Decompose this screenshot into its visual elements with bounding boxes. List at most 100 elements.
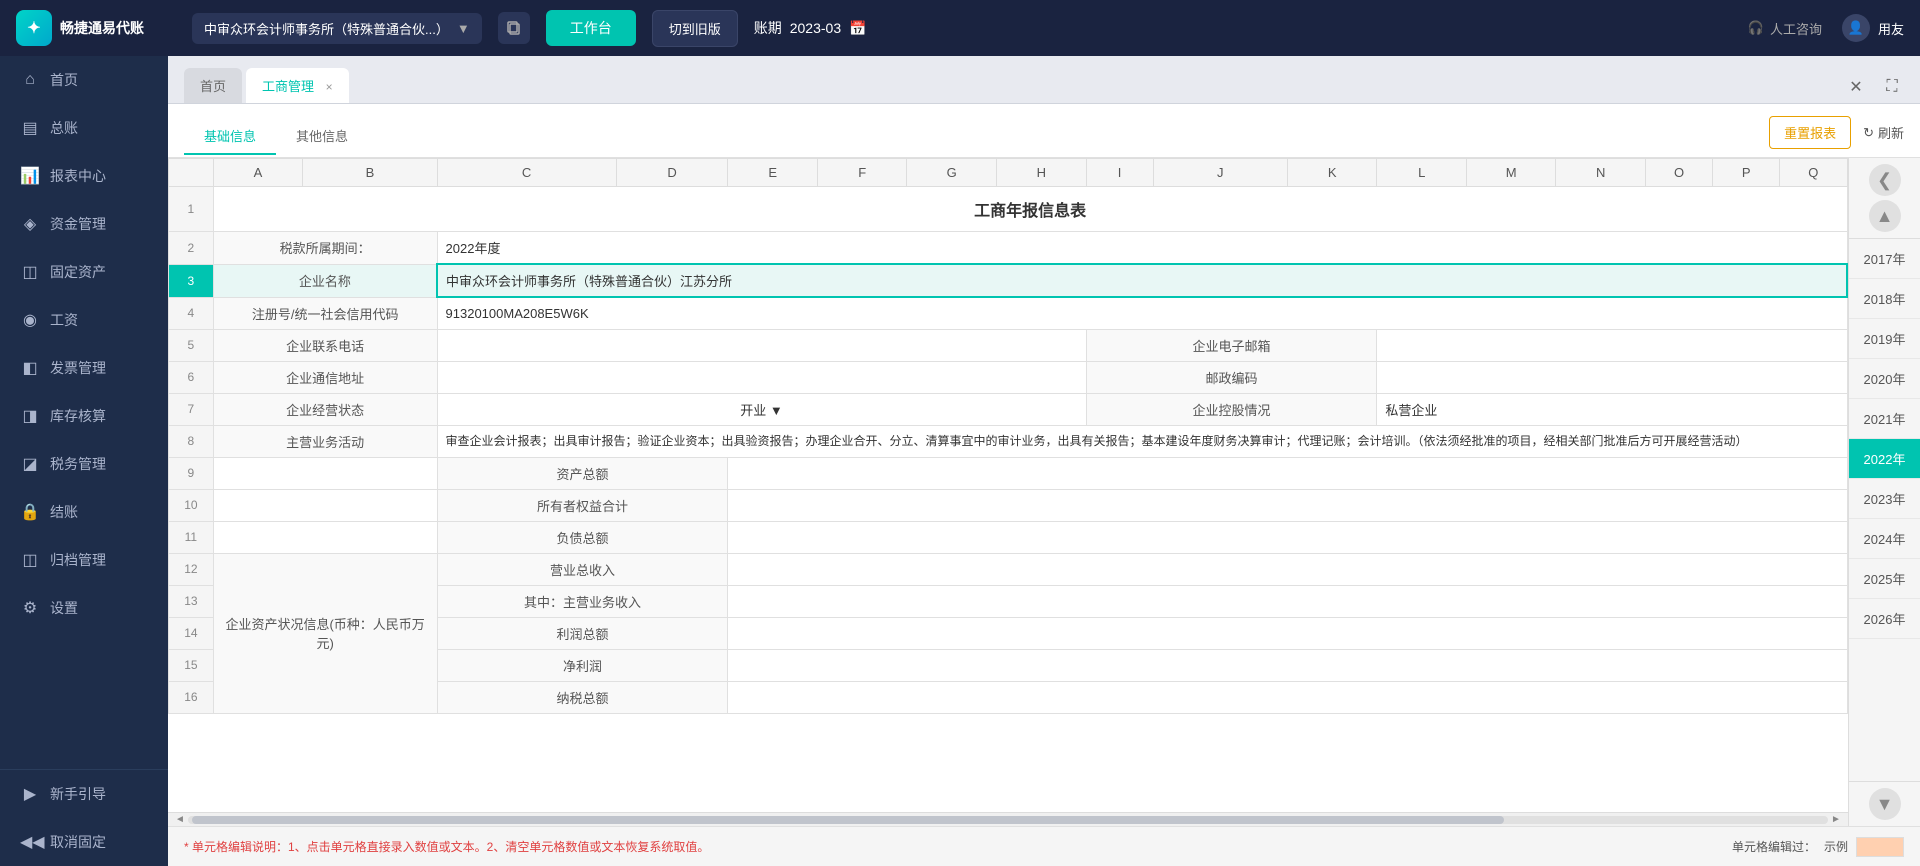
- year-list: 2017年 2018年 2019年 2020年 2021年 2022年 2023…: [1849, 239, 1920, 781]
- copy-button[interactable]: [498, 12, 530, 44]
- company-selector[interactable]: 中审众环会计师事务所（特殊普通合伙...） ▼: [192, 13, 482, 44]
- row-num-15: 15: [169, 649, 214, 681]
- sidebar-item-home[interactable]: ⌂ 首页: [0, 56, 168, 104]
- row6-address[interactable]: [437, 361, 1086, 393]
- year-item-2026[interactable]: 2026年: [1849, 599, 1920, 639]
- col-header-D: D: [616, 159, 728, 187]
- sidebar-item-unpin[interactable]: ◀◀ 取消固定: [0, 818, 168, 866]
- row10-value[interactable]: [728, 489, 1847, 521]
- sidebar-item-reports[interactable]: 📊 报表中心: [0, 152, 168, 200]
- col-header-A: A: [213, 159, 303, 187]
- table-row: 10 所有者权益合计: [169, 489, 1848, 521]
- row2-label: 税款所属期间：: [213, 232, 437, 265]
- year-item-2018[interactable]: 2018年: [1849, 279, 1920, 319]
- sub-tab-other[interactable]: 其他信息: [276, 118, 368, 155]
- sidebar-item-assets[interactable]: ◫ 固定资产: [0, 248, 168, 296]
- sidebar-item-funds[interactable]: ◈ 资金管理: [0, 200, 168, 248]
- row14-value[interactable]: [728, 617, 1847, 649]
- row15-label: 净利润: [437, 649, 728, 681]
- sidebar-item-settings[interactable]: ⚙ 设置: [0, 584, 168, 632]
- year-item-2022[interactable]: 2022年: [1849, 439, 1920, 479]
- sidebar-label-ledger: 总账: [50, 118, 78, 138]
- row7-holding[interactable]: 私营企业: [1377, 393, 1847, 425]
- tab-close-icon[interactable]: ×: [326, 80, 333, 94]
- switch-version-button[interactable]: 切到旧版: [652, 10, 738, 47]
- sidebar-item-close[interactable]: 🔒 结账: [0, 488, 168, 536]
- table-row: 11 负债总额: [169, 521, 1848, 553]
- year-down-icon[interactable]: ▼: [1869, 788, 1901, 820]
- col-header-M: M: [1466, 159, 1556, 187]
- bottom-right: 单元格编辑过： 示例: [1732, 837, 1904, 857]
- sidebar-item-invoices[interactable]: ◧ 发票管理: [0, 344, 168, 392]
- row8-value[interactable]: 审查企业会计报表；出具审计报告；验证企业资本；出具验资报告；办理企业合开、分立、…: [437, 425, 1847, 457]
- year-item-2025[interactable]: 2025年: [1849, 559, 1920, 599]
- row5-phone[interactable]: [437, 329, 1086, 361]
- row14-label: 利润总额: [437, 617, 728, 649]
- content-area: 首页 工商管理 × ✕ ⛶ 基础信息 其他信息 重置报: [168, 56, 1920, 866]
- row13-value[interactable]: [728, 585, 1847, 617]
- col-header-N: N: [1556, 159, 1646, 187]
- sidebar-item-ledger[interactable]: ▤ 总账: [0, 104, 168, 152]
- row-num-1: 1: [169, 187, 214, 232]
- row12-value[interactable]: [728, 553, 1847, 585]
- row5-email[interactable]: [1377, 329, 1847, 361]
- maximize-window-icon[interactable]: ⛶: [1880, 75, 1904, 99]
- row-num-5: 5: [169, 329, 214, 361]
- col-header-B: B: [303, 159, 437, 187]
- reset-report-button[interactable]: 重置报表: [1769, 116, 1851, 149]
- horizontal-scrollbar[interactable]: ◄ ►: [168, 812, 1848, 826]
- row9-label: 资产总额: [437, 457, 728, 489]
- support-button[interactable]: 🎧 人工咨询: [1748, 19, 1822, 38]
- table-row: 1 工商年报信息表: [169, 187, 1848, 232]
- row15-value[interactable]: [728, 649, 1847, 681]
- year-item-2021[interactable]: 2021年: [1849, 399, 1920, 439]
- spreadsheet-main: A B C D E F G H I J: [168, 158, 1848, 826]
- year-item-2024[interactable]: 2024年: [1849, 519, 1920, 559]
- year-item-2023[interactable]: 2023年: [1849, 479, 1920, 519]
- col-header-rownum: [169, 159, 214, 187]
- refresh-button[interactable]: ↻ 刷新: [1863, 123, 1904, 142]
- sub-tab-basic[interactable]: 基础信息: [184, 118, 276, 155]
- close-window-icon[interactable]: ✕: [1844, 75, 1868, 99]
- sidebar-item-inventory[interactable]: ◨ 库存核算: [0, 392, 168, 440]
- scrollbar-thumb[interactable]: [192, 816, 1504, 824]
- main-layout: ⌂ 首页 ▤ 总账 📊 报表中心 ◈ 资金管理 ◫ 固定资产 ◉ 工资: [0, 56, 1920, 866]
- spreadsheet-scroll[interactable]: A B C D E F G H I J: [168, 158, 1848, 812]
- col-header-K: K: [1287, 159, 1377, 187]
- sidebar-item-wages[interactable]: ◉ 工资: [0, 296, 168, 344]
- scrollbar-track: [188, 816, 1828, 824]
- table-row: 9 资产总额: [169, 457, 1848, 489]
- sub-tabs: 基础信息 其他信息 重置报表 ↻ 刷新: [168, 104, 1920, 158]
- row11-label: 负债总额: [437, 521, 728, 553]
- scroll-right-arrow[interactable]: ►: [1828, 812, 1844, 827]
- workbench-button[interactable]: 工作台: [546, 10, 636, 46]
- year-up-icon[interactable]: ▲: [1869, 200, 1901, 232]
- year-item-2017[interactable]: 2017年: [1849, 239, 1920, 279]
- table-row: 6 企业通信地址 邮政编码: [169, 361, 1848, 393]
- sidebar-item-newguide[interactable]: ▶ 新手引导: [0, 770, 168, 818]
- tab-business[interactable]: 工商管理 ×: [246, 68, 349, 103]
- sidebar-item-tax[interactable]: ◪ 税务管理: [0, 440, 168, 488]
- tab-home[interactable]: 首页: [184, 68, 242, 103]
- row16-value[interactable]: [728, 681, 1847, 713]
- row11-value[interactable]: [728, 521, 1847, 553]
- sidebar: ⌂ 首页 ▤ 总账 📊 报表中心 ◈ 资金管理 ◫ 固定资产 ◉ 工资: [0, 56, 168, 866]
- row-num-12: 12: [169, 553, 214, 585]
- user-area[interactable]: 👤 用友: [1842, 14, 1904, 42]
- year-item-2019[interactable]: 2019年: [1849, 319, 1920, 359]
- row2-value[interactable]: 2022年度: [437, 232, 1847, 265]
- table-title-cell[interactable]: 工商年报信息表: [213, 187, 1847, 232]
- table-row: 4 注册号/统一社会信用代码 91320100MA208E5W6K: [169, 297, 1848, 329]
- row3-company-name[interactable]: 中审众环会计师事务所（特殊普通合伙）江苏分所: [437, 264, 1847, 297]
- year-collapse-icon[interactable]: ❮: [1869, 164, 1901, 196]
- row9-value[interactable]: [728, 457, 1847, 489]
- year-item-2020[interactable]: 2020年: [1849, 359, 1920, 399]
- row7-status[interactable]: 开业 ▼: [437, 393, 1086, 425]
- calendar-icon[interactable]: 📅: [849, 20, 866, 37]
- row10-empty: [213, 489, 437, 521]
- row6-postcode[interactable]: [1377, 361, 1847, 393]
- scroll-left-arrow[interactable]: ◄: [172, 812, 188, 827]
- row4-value[interactable]: 91320100MA208E5W6K: [437, 297, 1847, 329]
- sidebar-item-archive[interactable]: ◫ 归档管理: [0, 536, 168, 584]
- row9-empty: [213, 457, 437, 489]
